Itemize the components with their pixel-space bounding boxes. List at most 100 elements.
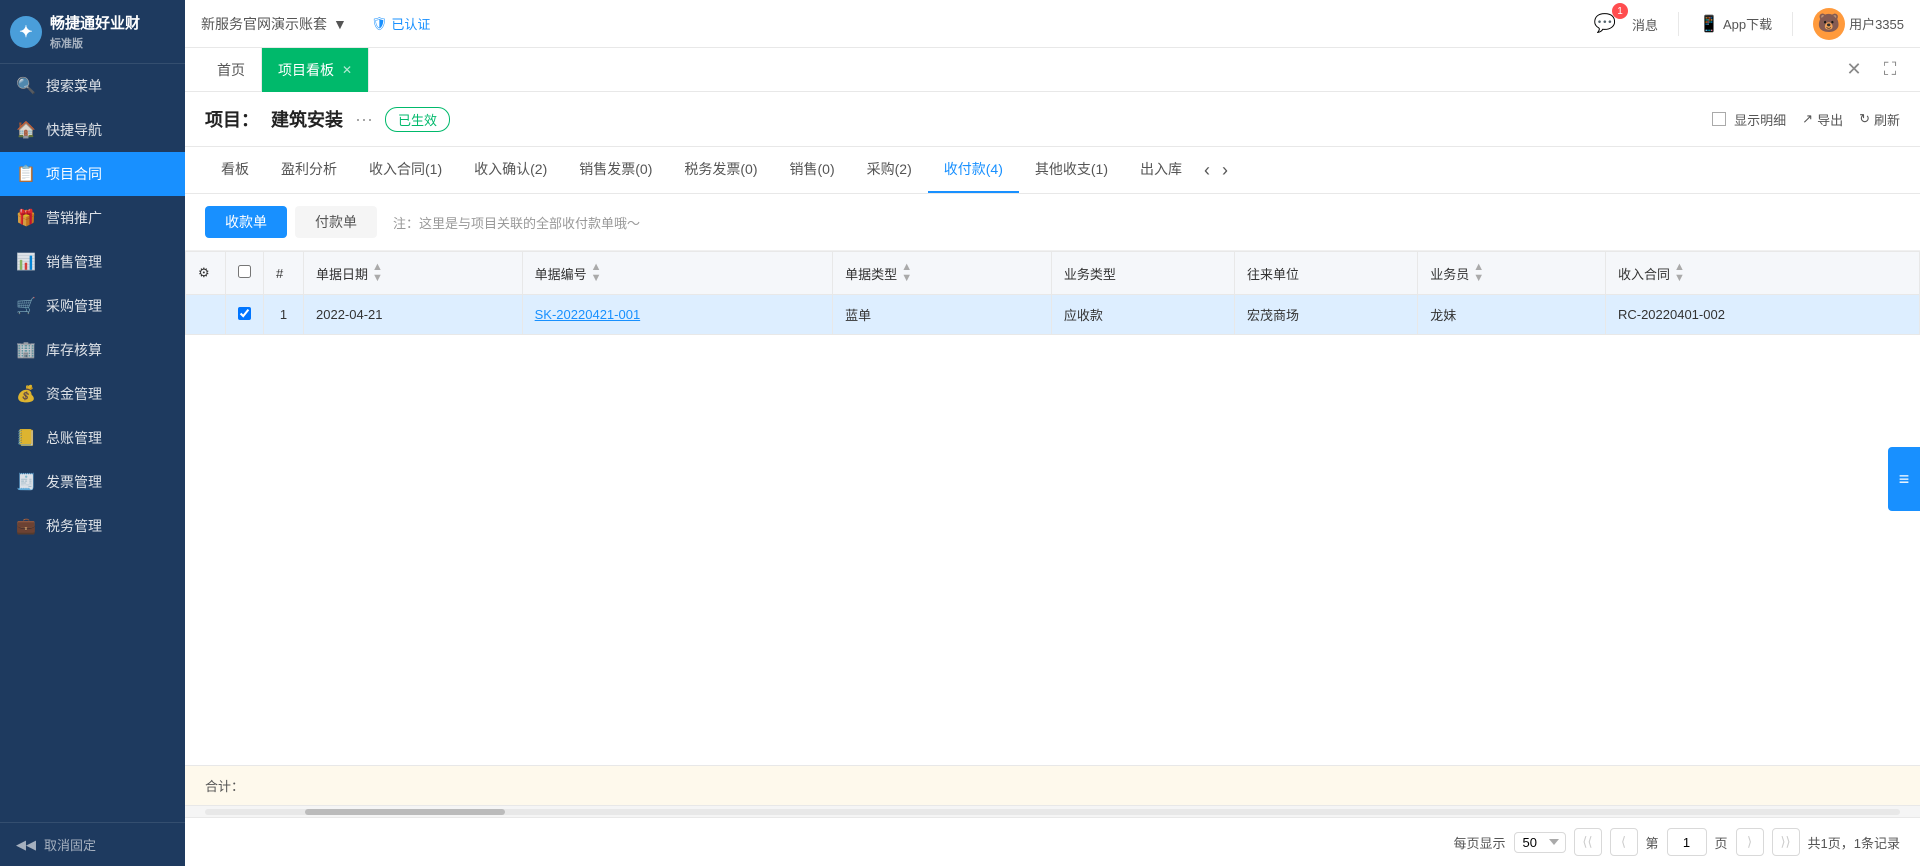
- row-num: 1: [264, 295, 304, 335]
- sidebar-item-project-contract[interactable]: 📋 项目合同: [0, 152, 185, 196]
- app-download-button[interactable]: 📱 App下载: [1699, 14, 1772, 34]
- account-selector[interactable]: 新服务官网演示账套 ▼: [201, 14, 347, 34]
- prev-page-btn[interactable]: ⟨: [1610, 828, 1638, 856]
- code-column-header[interactable]: 单据编号 ▲▼: [522, 252, 833, 295]
- inner-tab-payment-label: 付款单: [315, 214, 357, 230]
- income-contract-column-header[interactable]: 收入合同 ▲▼: [1605, 252, 1919, 295]
- sub-tab-board[interactable]: 看板: [205, 147, 265, 193]
- sub-tab-next-arrow[interactable]: ›: [1216, 148, 1234, 193]
- sidebar-item-ledger[interactable]: 📒 总账管理: [0, 416, 185, 460]
- phone-icon: 📱: [1699, 14, 1719, 34]
- sub-tab-prev-arrow[interactable]: ‹: [1198, 148, 1216, 193]
- more-icon[interactable]: ···: [355, 109, 373, 130]
- sales-icon: 📊: [16, 252, 36, 272]
- inner-tab-receipt[interactable]: 收款单: [205, 206, 287, 238]
- tabbar-right: ✕ ⛶: [1840, 56, 1904, 84]
- account-name: 新服务官网演示账套: [201, 14, 327, 34]
- tab-maximize[interactable]: ⛶: [1876, 56, 1904, 84]
- refresh-button[interactable]: ↻ 刷新: [1859, 110, 1900, 129]
- sidebar-item-search[interactable]: 🔍 搜索菜单: [0, 64, 185, 108]
- pagination: 每页显示 50 20 100 200 ⟨⟨ ⟨ 第 页 ⟩ ⟩⟩ 共1页，1条记…: [185, 817, 1920, 866]
- row-income-contract: RC-20220401-002: [1605, 295, 1919, 335]
- tab-home[interactable]: 首页: [201, 48, 262, 92]
- account-dropdown-icon: ▼: [333, 16, 347, 32]
- sidebar-item-purchase-label: 采购管理: [46, 296, 102, 316]
- app-version: 标准版: [50, 35, 140, 51]
- row-biz-type: 应收款: [1051, 295, 1234, 335]
- tab-home-label: 首页: [217, 60, 245, 80]
- settings-column-header[interactable]: ⚙: [186, 252, 226, 295]
- row-code[interactable]: SK-20220421-001: [522, 295, 833, 335]
- project-label-prefix: 项目：: [205, 106, 259, 132]
- sub-tab-purchase[interactable]: 采购(2): [851, 147, 928, 193]
- sidebar-item-sales[interactable]: 📊 销售管理: [0, 240, 185, 284]
- sub-tab-income-contract[interactable]: 收入合同(1): [353, 147, 458, 193]
- last-page-btn[interactable]: ⟩⟩: [1772, 828, 1800, 856]
- next-page-btn[interactable]: ⟩: [1736, 828, 1764, 856]
- inventory-icon: 🏢: [16, 340, 36, 360]
- show-detail-toggle[interactable]: 显示明细: [1712, 110, 1786, 129]
- sub-tab-sales[interactable]: 销售(0): [774, 147, 851, 193]
- sidebar-item-sales-label: 销售管理: [46, 252, 102, 272]
- sidebar-item-finance[interactable]: 💰 资金管理: [0, 372, 185, 416]
- content: 项目： 建筑安装 ··· 已生效 显示明细 ↗ 导出 ↻: [185, 92, 1920, 866]
- export-button[interactable]: ↗ 导出: [1802, 110, 1843, 129]
- first-page-btn[interactable]: ⟨⟨: [1574, 828, 1602, 856]
- scrollbar-thumb[interactable]: [305, 809, 505, 815]
- select-all-checkbox[interactable]: [238, 265, 251, 278]
- tab-project-board[interactable]: 项目看板 ✕: [262, 48, 369, 92]
- tab-close-window[interactable]: ✕: [1840, 56, 1868, 84]
- salesperson-column-header[interactable]: 业务员 ▲▼: [1418, 252, 1606, 295]
- notification-count: 1: [1612, 3, 1628, 19]
- sub-tab-income-confirm[interactable]: 收入确认(2): [458, 147, 563, 193]
- float-side-button[interactable]: ≡: [1888, 447, 1920, 511]
- user-avatar: 🐻: [1813, 8, 1845, 40]
- doc-type-column-header[interactable]: 单据类型 ▲▼: [833, 252, 1052, 295]
- biz-type-column-header: 业务类型: [1051, 252, 1234, 295]
- tab-close-icon[interactable]: ✕: [342, 63, 352, 77]
- detail-checkbox[interactable]: [1712, 112, 1726, 126]
- sidebar-item-purchase[interactable]: 🛒 采购管理: [0, 284, 185, 328]
- notification-button[interactable]: 💬 1 消息: [1594, 13, 1658, 34]
- sidebar-item-ledger-label: 总账管理: [46, 428, 102, 448]
- sidebar-item-tax[interactable]: 💼 税务管理: [0, 504, 185, 548]
- sidebar-item-inventory[interactable]: 🏢 库存核算: [0, 328, 185, 372]
- scrollbar-track: [205, 809, 1900, 815]
- sub-tab-receipts[interactable]: 收付款(4): [928, 147, 1019, 193]
- sub-tab-profit[interactable]: 盈利分析: [265, 147, 353, 193]
- invoice-icon: 🧾: [16, 472, 36, 492]
- sidebar-footer-label: 取消固定: [44, 835, 96, 854]
- sidebar-item-marketing[interactable]: 🎁 营销推广: [0, 196, 185, 240]
- sidebar-footer[interactable]: ◀◀ 取消固定: [0, 822, 185, 866]
- page-input[interactable]: [1667, 828, 1707, 856]
- home-icon: 🏠: [16, 120, 36, 140]
- per-page-select[interactable]: 50 20 100 200: [1514, 832, 1566, 853]
- project-name: 建筑安装: [271, 106, 343, 132]
- sidebar-item-quick-nav[interactable]: 🏠 快捷导航: [0, 108, 185, 152]
- partner-column-header: 往来单位: [1235, 252, 1418, 295]
- salesperson-sort-icon: ▲▼: [1473, 262, 1484, 284]
- sub-tab-sales-invoice[interactable]: 销售发票(0): [563, 147, 668, 193]
- sub-tab-tax-invoice[interactable]: 税务发票(0): [668, 147, 773, 193]
- user-menu[interactable]: 🐻 用户3355: [1813, 8, 1904, 40]
- notification-label: 消息: [1632, 15, 1658, 34]
- sidebar-item-finance-label: 资金管理: [46, 384, 102, 404]
- sidebar-item-invoice[interactable]: 🧾 发票管理: [0, 460, 185, 504]
- tab-project-label: 项目看板: [278, 60, 334, 80]
- table-row[interactable]: 1 2022-04-21 SK-20220421-001 蓝单: [186, 295, 1920, 335]
- sub-tab-other[interactable]: 其他收支(1): [1019, 147, 1124, 193]
- search-icon: 🔍: [16, 76, 36, 96]
- horizontal-scrollbar[interactable]: [185, 805, 1920, 817]
- total-records: 共1页，1条记录: [1808, 833, 1900, 852]
- inner-tab-payment[interactable]: 付款单: [295, 206, 377, 238]
- date-column-header[interactable]: 单据日期 ▲▼: [304, 252, 523, 295]
- per-page-label: 每页显示: [1453, 833, 1505, 852]
- inner-tabs: 收款单 付款单 注：这里是与项目关联的全部收付款单哦～: [185, 194, 1920, 251]
- export-icon: ↗: [1802, 111, 1813, 127]
- sidebar-item-inventory-label: 库存核算: [46, 340, 102, 360]
- row-checkbox-cell: [226, 295, 264, 335]
- row-checkbox[interactable]: [238, 307, 251, 320]
- sidebar-item-tax-label: 税务管理: [46, 516, 102, 536]
- sub-tab-inout[interactable]: 出入库: [1124, 147, 1198, 193]
- show-detail-label: 显示明细: [1734, 110, 1786, 129]
